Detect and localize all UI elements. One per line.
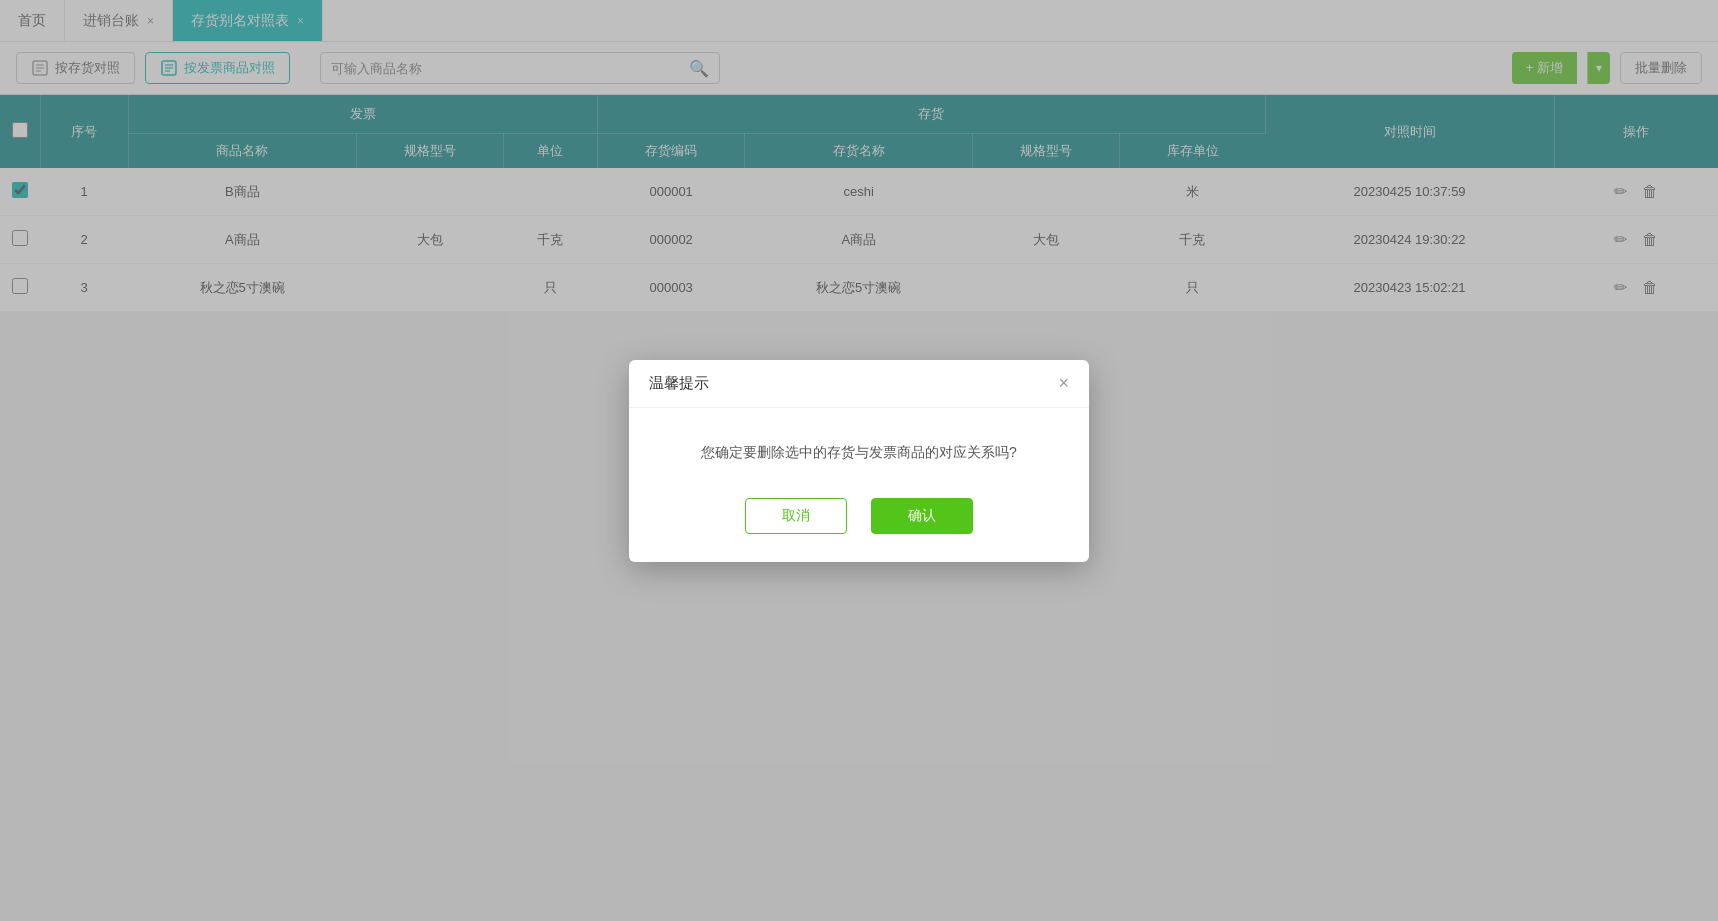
dialog-overlay: 温馨提示 × 您确定要删除选中的存货与发票商品的对应关系吗? 取消 确认 xyxy=(0,0,1718,312)
